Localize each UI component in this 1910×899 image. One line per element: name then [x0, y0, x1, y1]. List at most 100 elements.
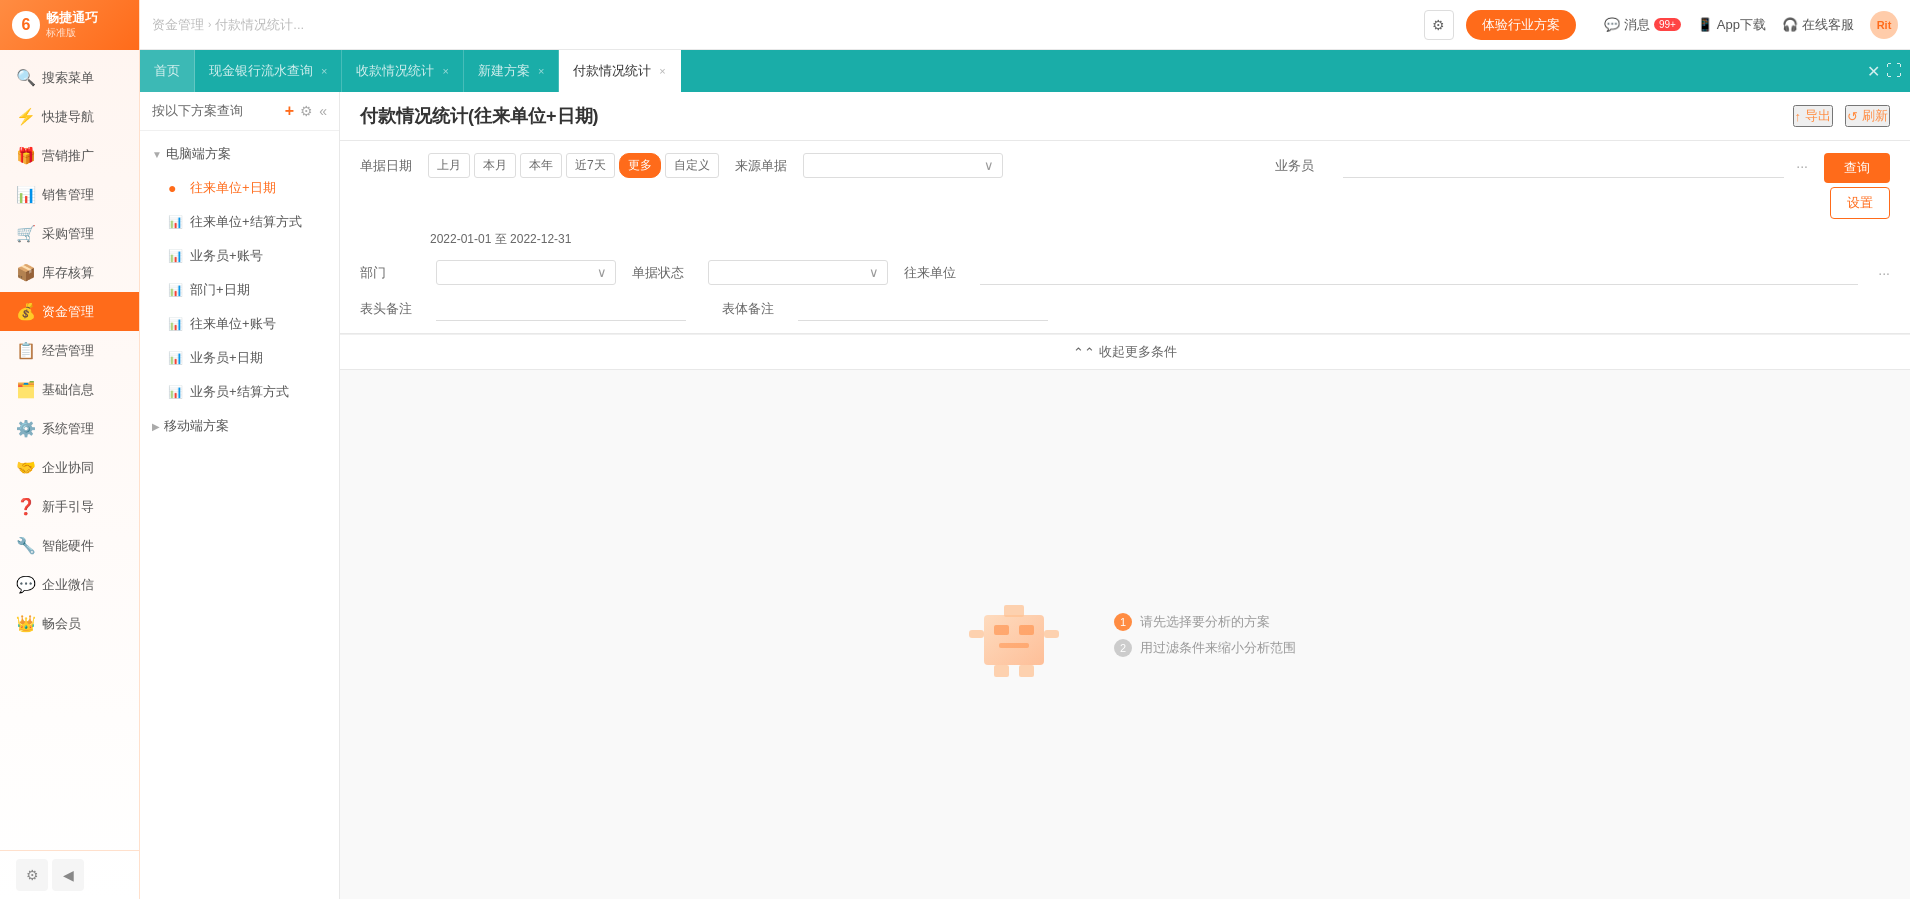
member-icon: 👑	[16, 614, 34, 633]
scheme-dept-date[interactable]: 📊 部门+日期	[140, 273, 339, 307]
sidebar-item-basic[interactable]: 🗂️ 基础信息	[0, 370, 139, 409]
source-chevron-icon: ∨	[984, 158, 994, 173]
sidebar-settings-button[interactable]: ⚙	[16, 859, 48, 891]
sidebar-item-label: 搜索菜单	[42, 69, 94, 87]
sidebar-item-system[interactable]: ⚙️ 系统管理	[0, 409, 139, 448]
sidebar-item-purchase[interactable]: 🛒 采购管理	[0, 214, 139, 253]
tab-close-all-button[interactable]: ✕	[1867, 62, 1880, 81]
collapse-panel-button[interactable]: «	[319, 103, 327, 119]
sidebar-item-label: 库存核算	[42, 264, 94, 282]
breadcrumb-text: 资金管理	[152, 16, 204, 34]
topbar-settings-button[interactable]: ⚙	[1424, 10, 1454, 40]
sidebar-item-marketing[interactable]: 🎁 营销推广	[0, 136, 139, 175]
breadcrumb-current: 付款情况统计...	[215, 16, 304, 34]
sidebar-item-smart[interactable]: 🔧 智能硬件	[0, 526, 139, 565]
scheme-label: 业务员+日期	[190, 349, 263, 367]
voucher-status-chevron-icon: ∨	[869, 265, 879, 280]
message-action[interactable]: 💬 消息 99+	[1604, 16, 1681, 34]
header-note-input[interactable]	[436, 297, 686, 321]
sidebar-item-label: 智能硬件	[42, 537, 94, 555]
tab-bank-close[interactable]: ×	[321, 65, 327, 77]
sidebar-item-label: 系统管理	[42, 420, 94, 438]
sidebar-item-guide[interactable]: ❓ 新手引导	[0, 487, 139, 526]
this-year-btn[interactable]: 本年	[520, 153, 562, 178]
last-month-btn[interactable]: 上月	[428, 153, 470, 178]
scheme-unit-account[interactable]: 📊 往来单位+账号	[140, 307, 339, 341]
collapse-up-icon: ⌃⌃	[1073, 345, 1095, 360]
filter-action-buttons: 查询 设置	[1824, 153, 1890, 219]
sidebar-collapse-button[interactable]: ◀	[52, 859, 84, 891]
topbar-actions: 💬 消息 99+ 📱 App下载 🎧 在线客服 Rit	[1604, 11, 1898, 39]
sidebar: 6 畅捷通巧 标准版 🔍 搜索菜单 ⚡ 快捷导航 🎁 营销推广 📊 销售管理 🛒…	[0, 0, 140, 899]
export-icon: ↑	[1795, 109, 1802, 124]
scheme-staff-account[interactable]: 📊 业务员+账号	[140, 239, 339, 273]
sidebar-item-capital[interactable]: 💰 资金管理	[0, 292, 139, 331]
sidebar-item-weixin[interactable]: 💬 企业微信	[0, 565, 139, 604]
tab-receipts[interactable]: 收款情况统计 ×	[342, 50, 463, 92]
sidebar-item-member[interactable]: 👑 畅会员	[0, 604, 139, 643]
dept-select[interactable]: ∨	[436, 260, 616, 285]
sidebar-item-search[interactable]: 🔍 搜索菜单	[0, 58, 139, 97]
staff-dots-icon[interactable]: ···	[1796, 158, 1808, 174]
app-download-action[interactable]: 📱 App下载	[1697, 16, 1766, 34]
app-icon: 📱	[1697, 17, 1713, 32]
scheme-settings-button[interactable]: ⚙	[300, 103, 313, 119]
sidebar-item-operation[interactable]: 📋 经营管理	[0, 331, 139, 370]
scheme-staff-date[interactable]: 📊 业务员+日期	[140, 341, 339, 375]
svg-rect-4	[1004, 605, 1024, 617]
collapse-conditions-button[interactable]: ⌃⌃ 收起更多条件	[1073, 343, 1177, 361]
scheme-label: 往来单位+日期	[190, 179, 276, 197]
tab-bank-label: 现金银行流水查询	[209, 62, 313, 80]
unit-dots-icon[interactable]: ···	[1878, 265, 1890, 281]
more-dates-btn[interactable]: 更多	[619, 153, 661, 178]
tab-payment[interactable]: 付款情况统计 ×	[559, 50, 680, 92]
tab-new-plan-close[interactable]: ×	[538, 65, 544, 77]
svg-rect-0	[984, 615, 1044, 665]
tab-new-plan[interactable]: 新建方案 ×	[464, 50, 559, 92]
avatar[interactable]: Rit	[1870, 11, 1898, 39]
sidebar-item-sales[interactable]: 📊 销售管理	[0, 175, 139, 214]
desktop-group-header[interactable]: ▼ 电脑端方案	[140, 137, 339, 171]
sidebar-item-label: 企业微信	[42, 576, 94, 594]
scheme-unit-date[interactable]: ● 往来单位+日期	[140, 171, 339, 205]
last7days-btn[interactable]: 近7天	[566, 153, 615, 178]
custom-date-btn[interactable]: 自定义	[665, 153, 719, 178]
gear-icon: ⚙	[1432, 17, 1445, 33]
left-panel-title: 按以下方案查询	[152, 102, 243, 120]
left-panel-actions: + ⚙ «	[285, 102, 327, 120]
trial-button[interactable]: 体验行业方案	[1466, 10, 1576, 40]
source-select[interactable]: ∨	[803, 153, 1003, 178]
tab-home[interactable]: 首页	[140, 50, 195, 92]
sidebar-item-shortcut[interactable]: ⚡ 快捷导航	[0, 97, 139, 136]
message-badge: 99+	[1654, 18, 1681, 31]
active-scheme-icon: ●	[168, 180, 184, 196]
staff-input[interactable]	[1343, 154, 1784, 178]
this-month-btn[interactable]: 本月	[474, 153, 516, 178]
tabbar: 首页 现金银行流水查询 × 收款情况统计 × 新建方案 × 付款情况统计 × ✕…	[140, 50, 1910, 92]
mobile-group-header[interactable]: ▶ 移动端方案	[140, 409, 339, 443]
tab-bank[interactable]: 现金银行流水查询 ×	[195, 50, 342, 92]
filter-settings-button[interactable]: 设置	[1830, 187, 1890, 219]
sidebar-item-label: 采购管理	[42, 225, 94, 243]
body-note-input[interactable]	[798, 297, 1048, 321]
export-button[interactable]: ↑ 导出	[1793, 105, 1834, 127]
svg-rect-7	[994, 665, 1009, 677]
desktop-group-label: 电脑端方案	[166, 145, 231, 163]
scheme-icon: 📊	[168, 215, 184, 229]
left-panel: 按以下方案查询 + ⚙ « ▼ 电脑端方案 ● 往来单位+日期	[140, 92, 340, 899]
query-button[interactable]: 查询	[1824, 153, 1890, 183]
svg-rect-5	[969, 630, 984, 638]
voucher-status-select[interactable]: ∨	[708, 260, 888, 285]
sidebar-item-enterprise[interactable]: 🤝 企业协同	[0, 448, 139, 487]
tab-receipts-close[interactable]: ×	[442, 65, 448, 77]
sidebar-item-label: 经营管理	[42, 342, 94, 360]
scheme-staff-settle[interactable]: 📊 业务员+结算方式	[140, 375, 339, 409]
online-service-action[interactable]: 🎧 在线客服	[1782, 16, 1854, 34]
unit-input[interactable]	[980, 261, 1858, 285]
refresh-button[interactable]: ↺ 刷新	[1845, 105, 1890, 127]
sidebar-item-inventory[interactable]: 📦 库存核算	[0, 253, 139, 292]
tab-expand-button[interactable]: ⛶	[1886, 62, 1902, 80]
scheme-unit-settle[interactable]: 📊 往来单位+结算方式	[140, 205, 339, 239]
add-scheme-button[interactable]: +	[285, 102, 294, 120]
tab-payment-close[interactable]: ×	[659, 65, 665, 77]
